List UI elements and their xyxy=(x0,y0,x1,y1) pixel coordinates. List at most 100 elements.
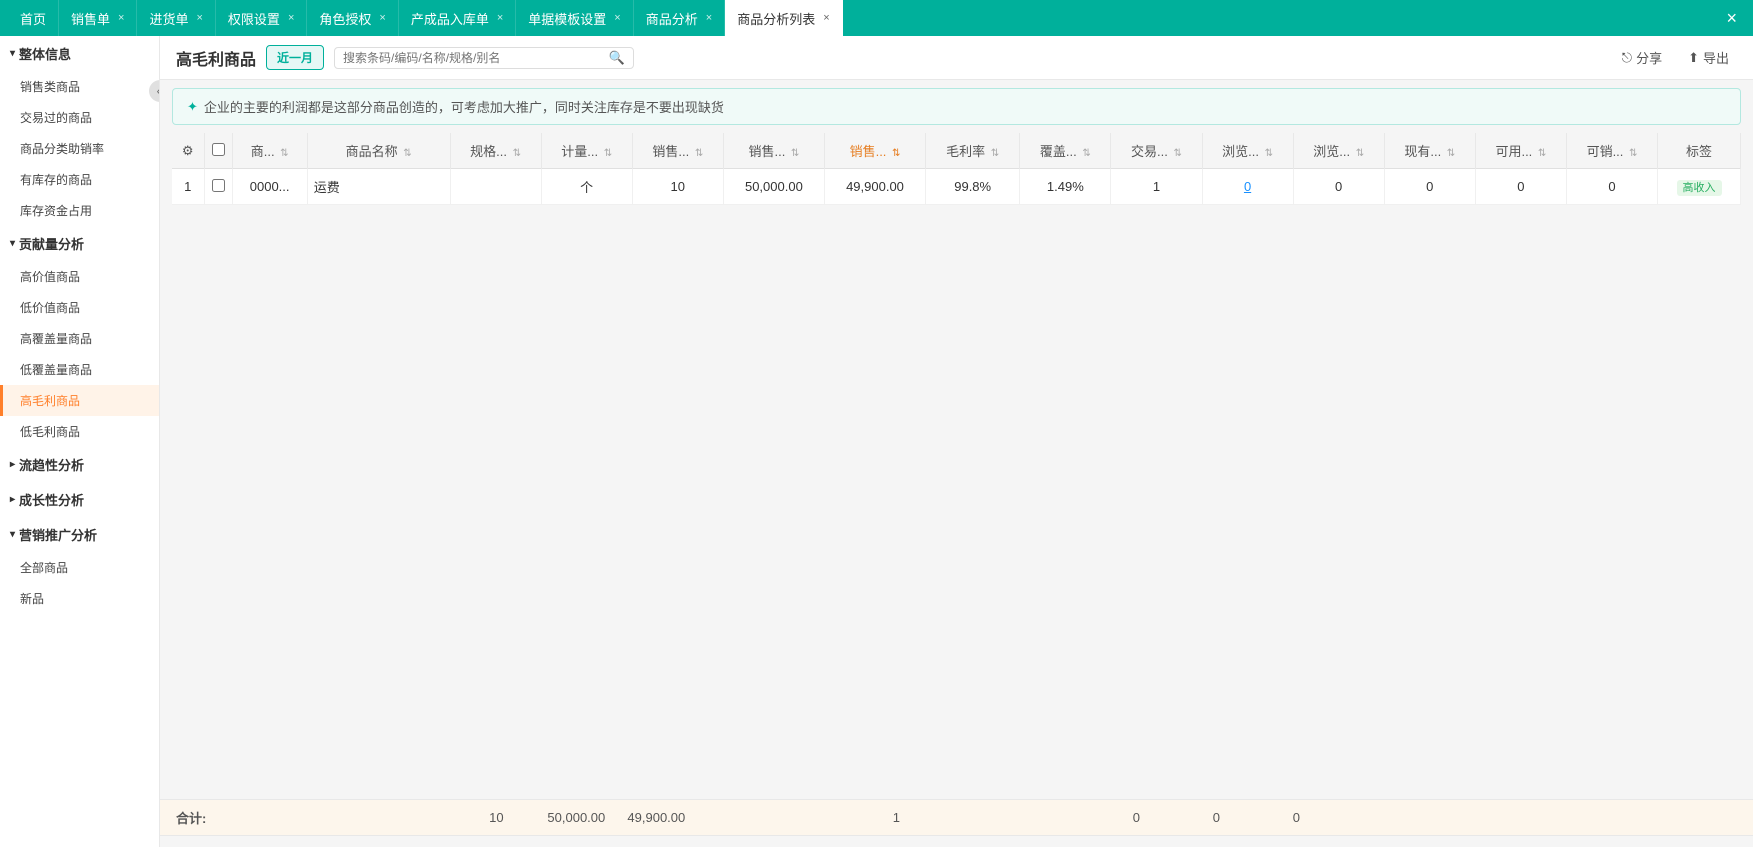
sidebar-item-in-stock[interactable]: 有库存的商品 xyxy=(0,164,159,195)
th-sales-amt2[interactable]: 销售... ⇅ xyxy=(824,133,925,169)
nav-tab-roles[interactable]: 角色授权 × xyxy=(307,0,398,36)
cell-sales-amt2: 49,900.00 xyxy=(824,169,925,205)
cell-sales-qty: 10 xyxy=(632,169,723,205)
close-icon[interactable]: × xyxy=(288,12,294,24)
sidebar-item-category-rate[interactable]: 商品分类助销率 xyxy=(0,133,159,164)
nav-tab-home[interactable]: 首页 xyxy=(8,0,59,36)
nav-tab-analysis-list[interactable]: 商品分析列表 × xyxy=(725,0,842,36)
share-button[interactable]: ⎋ 分享 xyxy=(1614,44,1670,71)
th-gross-rate[interactable]: 毛利率 ⇅ xyxy=(926,133,1020,169)
sidebar-item-all-goods[interactable]: 全部商品 xyxy=(0,552,159,583)
sidebar-item-capital[interactable]: 库存资金占用 xyxy=(0,195,159,226)
nav-tab-template[interactable]: 单据模板设置 × xyxy=(516,0,633,36)
close-icon[interactable]: × xyxy=(196,12,202,24)
total-label: 合计: xyxy=(176,808,206,827)
sidebar-section-general[interactable]: ▾ 整体信息 xyxy=(0,36,159,71)
cell-gross-rate: 99.8% xyxy=(926,169,1020,205)
th-settings[interactable]: ⚙ xyxy=(172,133,204,169)
cell-sellable: 0 xyxy=(1566,169,1657,205)
th-name[interactable]: 商品名称 ⇅ xyxy=(307,133,450,169)
content-area: 高毛利商品 近一月 🔍 ⎋ 分享 ⬆ 导出 ✦ 企业的主要的利润都是这部分商品创… xyxy=(160,36,1753,847)
th-sales-amt1[interactable]: 销售... ⇅ xyxy=(723,133,824,169)
export-button[interactable]: ⬆ 导出 xyxy=(1680,44,1737,71)
th-unit[interactable]: 计量... ⇅ xyxy=(541,133,632,169)
sidebar-item-traded-goods[interactable]: 交易过的商品 xyxy=(0,102,159,133)
th-sales-qty[interactable]: 销售... ⇅ xyxy=(632,133,723,169)
main-layout: « ▾ 整体信息 销售类商品 交易过的商品 商品分类助销率 有库存的商品 库存资… xyxy=(0,36,1753,847)
sidebar-item-low-margin[interactable]: 低毛利商品 xyxy=(0,416,159,447)
close-icon[interactable]: × xyxy=(118,12,124,24)
top-nav: 首页 销售单 × 进货单 × 权限设置 × 角色授权 × 产成品入库单 × 单据… xyxy=(0,0,1753,36)
cell-index: 1 xyxy=(172,169,204,205)
cell-current-stock: 0 xyxy=(1384,169,1475,205)
sidebar-item-high-margin[interactable]: 高毛利商品 xyxy=(0,385,159,416)
header-actions: ⎋ 分享 ⬆ 导出 xyxy=(1614,44,1737,71)
sidebar-item-high-value[interactable]: 高价值商品 xyxy=(0,261,159,292)
cell-browse2: 0 xyxy=(1293,169,1384,205)
nav-tab-purchase[interactable]: 进货单 × xyxy=(137,0,215,36)
sidebar-item-low-coverage[interactable]: 低覆盖量商品 xyxy=(0,354,159,385)
sidebar-item-sales-goods[interactable]: 销售类商品 xyxy=(0,71,159,102)
cell-trade: 1 xyxy=(1111,169,1202,205)
cell-avail-stock: 0 xyxy=(1475,169,1566,205)
search-icon[interactable]: 🔍 xyxy=(609,50,625,66)
info-icon: ✦ xyxy=(187,99,198,115)
select-all-checkbox[interactable] xyxy=(212,143,225,156)
th-code[interactable]: 商... ⇅ xyxy=(232,133,307,169)
page-title: 高毛利商品 xyxy=(176,46,256,70)
sidebar-item-high-coverage[interactable]: 高覆盖量商品 xyxy=(0,323,159,354)
th-browse2[interactable]: 浏览... ⇅ xyxy=(1293,133,1384,169)
data-table: ⚙ 商... ⇅ 商品名称 ⇅ 规格... ⇅ 计量... ⇅ 销售... ⇅ … xyxy=(172,133,1741,205)
nav-tab-permissions[interactable]: 权限设置 × xyxy=(216,0,307,36)
sidebar-item-new-goods[interactable]: 新品 xyxy=(0,583,159,614)
th-tag: 标签 xyxy=(1658,133,1741,169)
cell-coverage: 1.49% xyxy=(1020,169,1111,205)
filter-recent-month-button[interactable]: 近一月 xyxy=(266,45,324,70)
cell-name: 运费 xyxy=(307,169,450,205)
close-all-tabs[interactable]: × xyxy=(1718,8,1745,29)
th-spec[interactable]: 规格... ⇅ xyxy=(450,133,541,169)
sidebar-section-trend[interactable]: ▸ 流趋性分析 xyxy=(0,447,159,482)
total-sellable: 0 xyxy=(1256,810,1336,825)
total-stock: 0 xyxy=(1096,810,1176,825)
close-icon[interactable]: × xyxy=(706,12,712,24)
search-input[interactable] xyxy=(343,51,609,65)
search-box: 🔍 xyxy=(334,47,634,69)
sidebar-section-growth[interactable]: ▸ 成长性分析 xyxy=(0,482,159,517)
close-icon[interactable]: × xyxy=(823,12,829,24)
share-icon: ⎋ xyxy=(1622,50,1632,66)
cell-sales-amt1: 50,000.00 xyxy=(723,169,824,205)
cell-code: 0000... xyxy=(232,169,307,205)
table-row: 1 0000... 运费 个 10 50,000.00 49,900.00 99… xyxy=(172,169,1741,205)
cell-unit: 个 xyxy=(541,169,632,205)
data-table-wrapper: ⚙ 商... ⇅ 商品名称 ⇅ 规格... ⇅ 计量... ⇅ 销售... ⇅ … xyxy=(160,133,1753,799)
sidebar: « ▾ 整体信息 销售类商品 交易过的商品 商品分类助销率 有库存的商品 库存资… xyxy=(0,36,160,847)
sidebar-item-low-value[interactable]: 低价值商品 xyxy=(0,292,159,323)
close-icon[interactable]: × xyxy=(379,12,385,24)
cell-spec xyxy=(450,169,541,205)
nav-tab-sales[interactable]: 销售单 × xyxy=(59,0,137,36)
export-icon: ⬆ xyxy=(1688,50,1699,66)
th-coverage[interactable]: 覆盖... ⇅ xyxy=(1020,133,1111,169)
th-browse1[interactable]: 浏览... ⇅ xyxy=(1202,133,1293,169)
th-sellable[interactable]: 可销... ⇅ xyxy=(1566,133,1657,169)
cell-browse1[interactable]: 0 xyxy=(1202,169,1293,205)
sidebar-section-contribution[interactable]: ▾ 贡献量分析 xyxy=(0,226,159,261)
info-banner: ✦ 企业的主要的利润都是这部分商品创造的，可考虑加大推广，同时关注库存是不要出现… xyxy=(172,88,1741,125)
nav-tab-analysis[interactable]: 商品分析 × xyxy=(634,0,725,36)
close-icon[interactable]: × xyxy=(497,12,503,24)
th-avail-stock[interactable]: 可用... ⇅ xyxy=(1475,133,1566,169)
th-trade[interactable]: 交易... ⇅ xyxy=(1111,133,1202,169)
content-header: 高毛利商品 近一月 🔍 ⎋ 分享 ⬆ 导出 xyxy=(160,36,1753,80)
th-current-stock[interactable]: 现有... ⇅ xyxy=(1384,133,1475,169)
total-sales-qty: 10 xyxy=(456,810,536,825)
total-sales-amt2: 49,900.00 xyxy=(616,810,696,825)
horizontal-scrollbar[interactable] xyxy=(160,835,1753,847)
total-sales-amt1: 50,000.00 xyxy=(536,810,616,825)
row-checkbox[interactable] xyxy=(212,179,225,192)
total-avail: 0 xyxy=(1176,810,1256,825)
close-icon[interactable]: × xyxy=(614,12,620,24)
nav-tab-products[interactable]: 产成品入库单 × xyxy=(399,0,516,36)
th-checkbox xyxy=(204,133,232,169)
sidebar-section-marketing[interactable]: ▾ 营销推广分析 xyxy=(0,517,159,552)
